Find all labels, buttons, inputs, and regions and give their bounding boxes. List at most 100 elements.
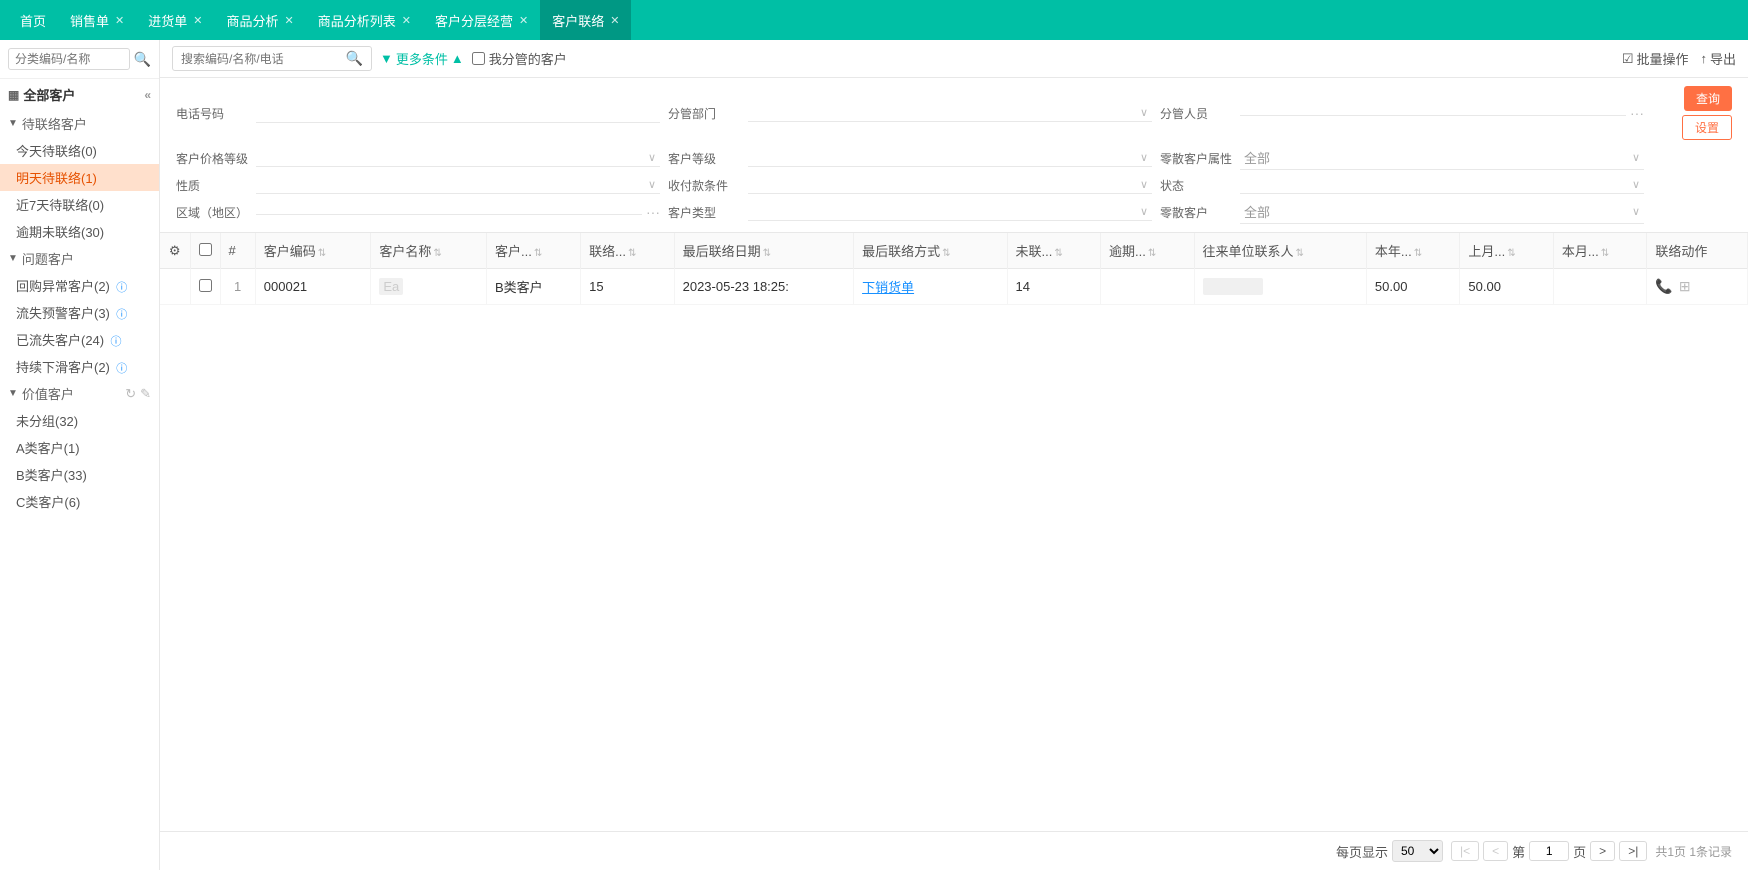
my-customers-checkbox-wrap[interactable]: 我分管的客户 — [472, 49, 567, 68]
sidebar-item-class-b[interactable]: B类客户(33) — [0, 461, 159, 488]
page-number-input[interactable] — [1529, 841, 1569, 861]
sort-icon: ⇅ — [433, 248, 441, 259]
filter-row-4: 区域（地区） ··· 客户类型 ∨ 零散客户 全部 ∨ — [176, 200, 1732, 224]
customer-type-select[interactable]: ∨ — [748, 203, 1152, 221]
th-no-contact: 未联...⇅ — [1007, 233, 1101, 269]
close-purchase-tab[interactable]: ✕ — [193, 14, 202, 27]
sort-icon: ⇅ — [1148, 248, 1156, 259]
sidebar-search-input[interactable] — [8, 48, 130, 70]
price-level-select[interactable]: ∨ — [256, 149, 660, 167]
sort-icon: ⇅ — [1507, 248, 1515, 259]
sidebar-item-today[interactable]: 今天待联络(0) — [0, 137, 159, 164]
nav-home[interactable]: 首页 — [8, 0, 58, 40]
sidebar-item-class-a[interactable]: A类客户(1) — [0, 434, 159, 461]
sidebar-item-overdue[interactable]: 逾期未联络(30) — [0, 218, 159, 245]
close-customer-contact-tab[interactable]: ✕ — [610, 14, 619, 27]
nav-goods-analysis-list[interactable]: 商品分析列表 ✕ — [306, 0, 423, 40]
th-customer-type: 客户...⇅ — [486, 233, 580, 269]
sidebar-item-tomorrow[interactable]: 明天待联络(1) — [0, 164, 159, 191]
filter-actions: 查询 设置 — [1652, 86, 1732, 140]
more-dots-icon2[interactable]: ··· — [646, 204, 660, 220]
sidebar-item-week7[interactable]: 近7天待联络(0) — [0, 191, 159, 218]
info-icon-2: ⓘ — [110, 336, 121, 348]
close-sales-tab[interactable]: ✕ — [115, 14, 124, 27]
set-button[interactable]: 设置 — [1682, 115, 1732, 140]
value-group-label[interactable]: ▼ 价值客户 ↻ ✎ — [0, 380, 159, 407]
gear-icon[interactable]: ⚙ — [169, 243, 181, 258]
sort-icon: ⇅ — [628, 248, 636, 259]
query-button[interactable]: 查询 — [1684, 86, 1732, 111]
edit-icon[interactable]: ✎ — [140, 386, 151, 402]
close-goods-analysis-tab[interactable]: ✕ — [285, 14, 294, 27]
payment-select[interactable]: ∨ — [748, 176, 1152, 194]
page-navigation: |< < 第 页 > >| — [1451, 841, 1647, 861]
my-customers-checkbox[interactable] — [472, 52, 485, 65]
collapse-icon[interactable]: « — [144, 88, 151, 102]
td-action: 📞 ⊞ — [1647, 269, 1748, 305]
td-name: Ea — [371, 269, 487, 305]
nav-customer-contact[interactable]: 客户联络 ✕ — [540, 0, 631, 40]
nav-customer-segment[interactable]: 客户分层经营 ✕ — [423, 0, 540, 40]
customer-name-blurred: Ea — [379, 278, 403, 295]
sidebar-item-lost-potential[interactable]: 流失预警客户(3) ⓘ — [0, 299, 159, 326]
last-contact-method-link[interactable]: 下销货单 — [862, 280, 914, 295]
sidebar-search-icon[interactable]: 🔍 — [134, 51, 151, 68]
sort-icon: ⇅ — [763, 248, 771, 259]
more-dots-icon[interactable]: ··· — [1630, 105, 1644, 121]
th-last-contact-method: 最后联络方式⇅ — [854, 233, 1007, 269]
close-goods-analysis-list-tab[interactable]: ✕ — [402, 14, 411, 27]
dept-select[interactable]: ∨ — [748, 104, 1152, 122]
all-customers-header[interactable]: ▦ 全部客户 « — [0, 79, 159, 110]
retail-attr-select[interactable]: 全部 ∨ — [1240, 146, 1644, 170]
chevron-down-icon: ∨ — [1632, 178, 1640, 191]
next-page-button[interactable]: > — [1590, 841, 1615, 861]
export-button[interactable]: ↑ 导出 — [1700, 49, 1736, 68]
action-qr-icon[interactable]: ⊞ — [1679, 278, 1691, 295]
customer-level-select[interactable]: ∨ — [748, 149, 1152, 167]
sidebar-item-continuous-decline[interactable]: 持续下滑客户(2) ⓘ — [0, 353, 159, 380]
status-select[interactable]: ∨ — [1240, 176, 1644, 194]
select-all-checkbox[interactable] — [199, 243, 212, 256]
search-input[interactable] — [181, 52, 346, 66]
sidebar-item-repurchase-abnormal[interactable]: 回购异常客户(2) ⓘ — [0, 272, 159, 299]
sidebar-item-unclassified[interactable]: 未分组(32) — [0, 407, 159, 434]
batch-op-button[interactable]: ☑ 批量操作 — [1622, 49, 1689, 68]
phone-input[interactable] — [256, 104, 660, 123]
th-last-contact-date: 最后联络日期⇅ — [674, 233, 853, 269]
grid-icon: ▦ — [8, 88, 19, 102]
first-page-button[interactable]: |< — [1451, 841, 1479, 861]
right-actions: ☑ 批量操作 ↑ 导出 — [1622, 49, 1736, 68]
filter-row-3: 性质 ∨ 收付款条件 ∨ 状态 ∨ — [176, 176, 1732, 194]
problem-group-label[interactable]: ▼ 问题客户 — [0, 245, 159, 272]
region-select[interactable] — [256, 210, 642, 215]
triangle-icon: ▼ — [8, 253, 18, 264]
sidebar-item-class-c[interactable]: C类客户(6) — [0, 488, 159, 515]
per-page-dropdown[interactable]: 50 100 200 — [1392, 840, 1443, 862]
close-customer-segment-tab[interactable]: ✕ — [519, 14, 528, 27]
nav-purchase[interactable]: 进货单 ✕ — [136, 0, 214, 40]
th-num: # — [220, 233, 255, 269]
nature-select[interactable]: ∨ — [256, 176, 660, 194]
th-this-month: 本月...⇅ — [1553, 233, 1647, 269]
retail-customer-select[interactable]: 全部 ∨ — [1240, 200, 1644, 224]
refresh-icon[interactable]: ↻ — [125, 386, 136, 402]
sidebar-item-lost[interactable]: 已流失客户(24) ⓘ — [0, 326, 159, 353]
checkbox-icon: ☑ — [1622, 51, 1634, 67]
th-last-month: 上月...⇅ — [1460, 233, 1554, 269]
prev-page-button[interactable]: < — [1483, 841, 1508, 861]
nav-sales[interactable]: 销售单 ✕ — [58, 0, 136, 40]
more-filters-button[interactable]: ▼ 更多条件 ▲ — [380, 49, 464, 68]
td-unit-contact — [1194, 269, 1366, 305]
last-page-button[interactable]: >| — [1619, 841, 1647, 861]
action-phone-icon[interactable]: 📞 — [1655, 278, 1672, 295]
pagination: 每页显示 50 100 200 |< < 第 页 > >| 共1页 1条记录 — [160, 831, 1748, 870]
nav-goods-analysis[interactable]: 商品分析 ✕ — [214, 0, 305, 40]
manager-select[interactable] — [1240, 111, 1626, 116]
row-checkbox[interactable] — [199, 279, 212, 292]
pending-group-label[interactable]: ▼ 待联络客户 — [0, 110, 159, 137]
th-check — [190, 233, 220, 269]
chevron-down-icon: ∨ — [1632, 205, 1640, 218]
search-icon[interactable]: 🔍 — [346, 50, 363, 67]
table-row: 1 000021 Ea B类客户 15 — [160, 269, 1748, 305]
filter-manager: 分管人员 ··· — [1160, 105, 1644, 122]
